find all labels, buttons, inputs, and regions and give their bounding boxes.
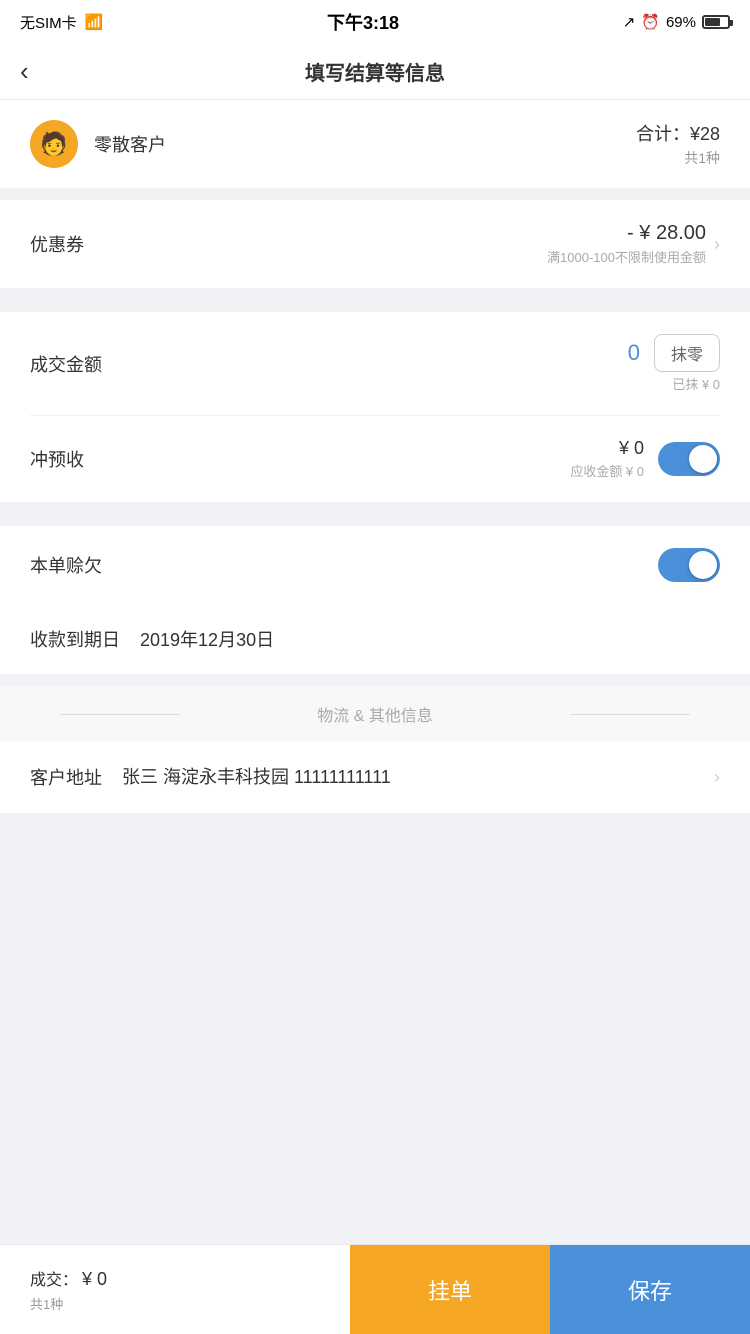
address-section[interactable]: 客户地址 张三 海淀永丰科技园 11111111111 ›: [0, 742, 750, 813]
hang-button[interactable]: 挂单: [350, 1245, 550, 1334]
credit-row: 本单赊欠: [30, 526, 720, 604]
address-value: 张三 海淀永丰科技园 11111111111: [122, 764, 391, 791]
content: 🧑 零散客户 合计：¥28 共1种 优惠券 - ¥ 28.00 满1000-10…: [0, 100, 750, 913]
logistics-header: 物流 & 其他信息: [0, 686, 750, 742]
logistics-divider: [0, 674, 750, 686]
status-left: 无SIM卡 📶: [20, 12, 103, 33]
advance-amounts: ¥ 0 应收金额 ¥ 0: [570, 438, 644, 480]
section-divider-2: [0, 502, 750, 514]
round-off-button[interactable]: 抹零: [654, 334, 720, 372]
advance-amount: ¥ 0: [570, 438, 644, 459]
advance-toggle[interactable]: [658, 442, 720, 476]
nav-bar: ‹ 填写结算等信息: [0, 44, 750, 100]
advance-right: ¥ 0 应收金额 ¥ 0: [570, 438, 720, 480]
bottom-bar: 成交： ¥ 0 共1种 挂单 保存: [0, 1244, 750, 1334]
toggle-knob: [689, 445, 717, 473]
address-chevron-icon: ›: [714, 767, 720, 788]
transaction-right: 0 抹零: [628, 334, 720, 372]
battery-icon: [702, 15, 730, 29]
save-button[interactable]: 保存: [550, 1245, 750, 1334]
wifi-icon: 📶: [85, 13, 104, 31]
address-label: 客户地址: [30, 764, 102, 790]
section-divider-1: [0, 300, 750, 312]
chevron-right-icon: ›: [714, 234, 720, 255]
hang-label: 挂单: [428, 1274, 472, 1306]
advance-label: 冲预收: [30, 446, 84, 472]
customer-section: 🧑 零散客户 合计：¥28 共1种: [0, 100, 750, 188]
sim-text: 无SIM卡: [20, 12, 77, 33]
customer-total: 合计：¥28 共1种: [636, 120, 720, 168]
due-date-section: 收款到期日 2019年12月30日: [0, 604, 750, 674]
total-count: 共1种: [636, 148, 720, 168]
due-date-value: 2019年12月30日: [140, 626, 274, 652]
status-right: ↗ ⏰ 69%: [623, 13, 730, 31]
logistics-header-text: 物流 & 其他信息: [317, 708, 433, 725]
coupon-description: 满1000-100不限制使用金额: [547, 247, 706, 266]
bottom-deal-row: 成交： ¥ 0: [30, 1266, 320, 1290]
page-title: 填写结算等信息: [305, 57, 445, 86]
bottom-info: 成交： ¥ 0 共1种: [0, 1245, 350, 1334]
bottom-deal-amount: ¥ 0: [82, 1269, 107, 1290]
customer-name: 零散客户: [94, 131, 166, 157]
bottom-count: 共1种: [30, 1294, 320, 1313]
save-label: 保存: [628, 1274, 672, 1306]
amount-right: 0 抹零 已抹 ¥ 0: [628, 334, 720, 393]
coupon-section[interactable]: 优惠券 - ¥ 28.00 满1000-100不限制使用金额 ›: [0, 200, 750, 288]
customer-avatar: 🧑: [30, 120, 78, 168]
alarm-icon: ⏰: [641, 13, 660, 31]
status-bar: 无SIM卡 📶 下午3:18 ↗ ⏰ 69%: [0, 0, 750, 44]
credit-label: 本单赊欠: [30, 552, 102, 578]
credit-toggle[interactable]: [658, 548, 720, 582]
location-icon: ↗: [623, 13, 636, 31]
coupon-info: - ¥ 28.00 满1000-100不限制使用金额: [547, 222, 706, 266]
already-rounded: 已抹 ¥ 0: [628, 374, 720, 393]
coupon-label: 优惠券: [30, 231, 84, 257]
due-date-label: 收款到期日: [30, 626, 120, 652]
transaction-amount-row: 成交金额 0 抹零 已抹 ¥ 0: [30, 312, 720, 416]
amount-value: 0: [628, 340, 640, 366]
credit-toggle-knob: [689, 551, 717, 579]
battery-percent: 69%: [666, 14, 696, 31]
back-icon: ‹: [20, 56, 29, 87]
coupon-discount: - ¥ 28.00: [547, 222, 706, 245]
advance-row: 冲预收 ¥ 0 应收金额 ¥ 0: [30, 416, 720, 502]
address-left: 客户地址 张三 海淀永丰科技园 11111111111: [30, 764, 391, 791]
status-time: 下午3:18: [327, 9, 399, 35]
amount-label: 成交金额: [30, 351, 102, 377]
avatar-icon: 🧑: [40, 131, 67, 157]
coupon-right: - ¥ 28.00 满1000-100不限制使用金额 ›: [547, 222, 720, 266]
back-button[interactable]: ‹: [20, 56, 29, 87]
bottom-deal-label: 成交：: [30, 1266, 78, 1290]
total-amount: 合计：¥28: [636, 120, 720, 146]
advance-sub: 应收金额 ¥ 0: [570, 461, 644, 480]
customer-info: 🧑 零散客户: [30, 120, 166, 168]
credit-section: 本单赊欠: [0, 526, 750, 604]
transaction-section: 成交金额 0 抹零 已抹 ¥ 0 冲预收 ¥ 0 应收金额 ¥ 0: [0, 312, 750, 502]
